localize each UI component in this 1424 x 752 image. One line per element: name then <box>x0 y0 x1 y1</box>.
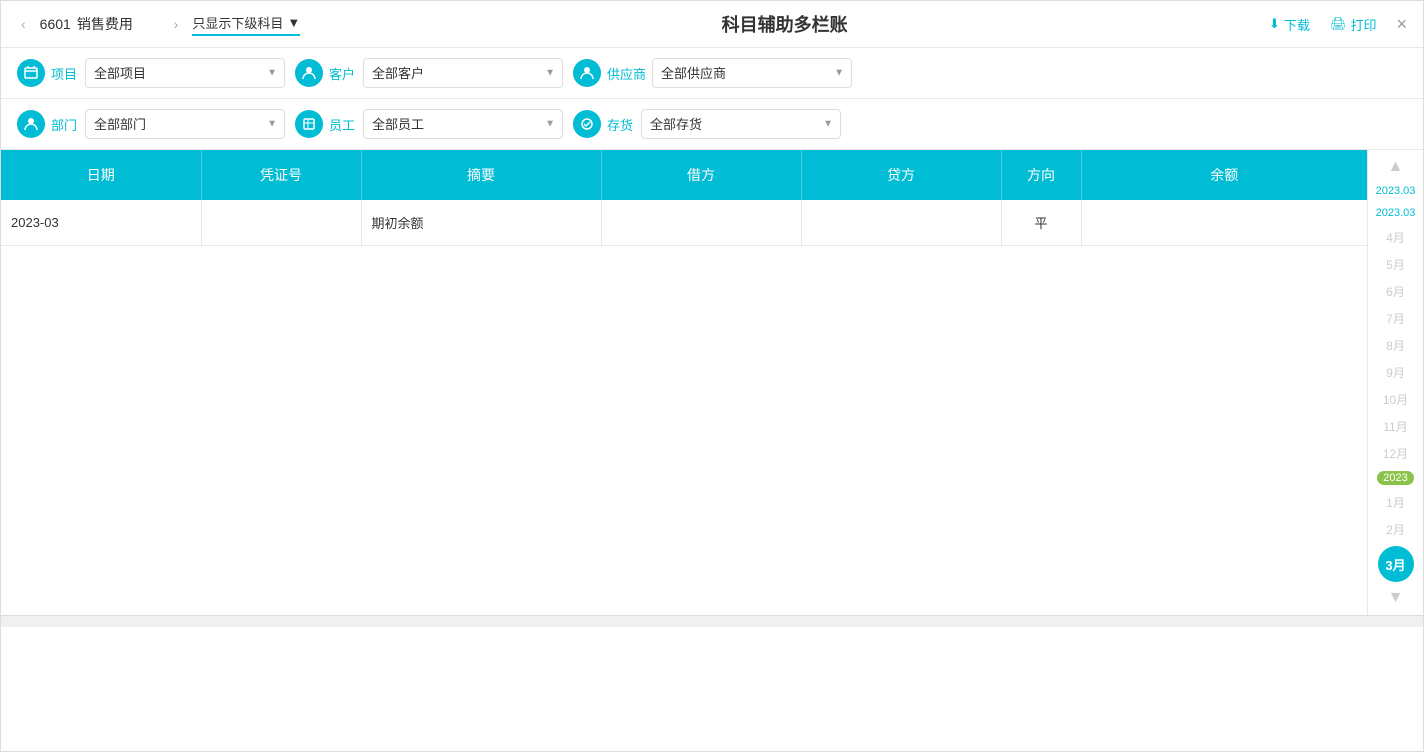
timeline-month-item[interactable]: 10月 <box>1368 386 1423 413</box>
timeline-month-item[interactable]: 1月 <box>1368 489 1423 516</box>
employee-filter-group: 员工 全部员工 <box>295 109 563 139</box>
timeline-month-item[interactable]: 7月 <box>1368 305 1423 332</box>
account-name: 销售费用 <box>77 14 133 34</box>
inventory-select[interactable]: 全部存货 <box>641 109 841 139</box>
timeline-up-arrow[interactable]: ▲ <box>1384 154 1408 180</box>
inventory-select-wrapper: 全部存货 <box>641 109 841 139</box>
col-balance: 余额 <box>1081 150 1367 200</box>
content-area: 日期 凭证号 摘要 借方 贷方 方向 余额 2023-03 期初余额 平 <box>1 150 1423 615</box>
inventory-label: 存货 <box>607 115 635 134</box>
customer-filter-group: 客户 全部客户 <box>295 58 563 88</box>
col-direction: 方向 <box>1001 150 1081 200</box>
timeline-month-item[interactable]: 5月 <box>1368 251 1423 278</box>
filter-bar: 项目 全部项目 客户 全部客户 <box>1 48 1423 99</box>
ledger-table: 日期 凭证号 摘要 借方 贷方 方向 余额 2023-03 期初余额 平 <box>1 150 1367 246</box>
top-bar: ‹ 6601 销售费用 › 只显示下级科目 ▼ 科目辅助多栏账 ⬇ 下载 🖨 打… <box>1 1 1423 48</box>
timeline-panel: ▲ 2023.032023.034月5月6月7月8月9月10月11月12月202… <box>1367 150 1423 615</box>
print-label: 打印 <box>1350 15 1376 34</box>
inventory-filter-group: 存货 全部存货 <box>573 109 841 139</box>
cell-debit <box>601 200 801 245</box>
table-row: 2023-03 期初余额 平 <box>1 200 1367 245</box>
show-sub-arrow: ▼ <box>287 15 300 30</box>
customer-select[interactable]: 全部客户 <box>363 58 563 88</box>
supplier-filter-group: 供应商 全部供应商 <box>573 58 852 88</box>
filter-bar-row2: 部门 全部部门 员工 全部员工 <box>1 99 1423 150</box>
show-sub-label: 只显示下级科目 <box>192 13 283 32</box>
customer-icon <box>295 59 323 87</box>
project-icon <box>17 59 45 87</box>
prev-arrow[interactable]: ‹ <box>17 14 30 34</box>
department-select[interactable]: 全部部门 <box>85 109 285 139</box>
timeline-month-item[interactable]: 8月 <box>1368 332 1423 359</box>
employee-select-wrapper: 全部员工 <box>363 109 563 139</box>
col-credit: 贷方 <box>801 150 1001 200</box>
print-button[interactable]: 🖨 打印 <box>1330 15 1377 34</box>
project-label: 项目 <box>51 64 79 83</box>
employee-icon <box>295 110 323 138</box>
timeline-month-item[interactable]: 4月 <box>1368 224 1423 251</box>
timeline-year-badge: 2023 <box>1377 471 1413 485</box>
project-select-wrapper: 全部项目 <box>85 58 285 88</box>
bottom-scrollbar[interactable] <box>1 615 1423 627</box>
cell-credit <box>801 200 1001 245</box>
timeline-down-arrow[interactable]: ▼ <box>1384 585 1408 611</box>
inventory-icon <box>573 110 601 138</box>
department-select-wrapper: 全部部门 <box>85 109 285 139</box>
next-arrow[interactable]: › <box>170 14 183 34</box>
customer-label: 客户 <box>329 64 357 83</box>
account-number: 6601 <box>40 16 71 32</box>
cell-summary: 期初余额 <box>361 200 601 245</box>
customer-select-wrapper: 全部客户 <box>363 58 563 88</box>
timeline-month-item[interactable]: 11月 <box>1368 413 1423 440</box>
timeline-item-active[interactable]: 3月 <box>1378 546 1414 582</box>
project-filter-group: 项目 全部项目 <box>17 58 285 88</box>
cell-date: 2023-03 <box>1 200 201 245</box>
close-button[interactable]: × <box>1396 14 1407 35</box>
col-voucher: 凭证号 <box>201 150 361 200</box>
print-icon: 🖨 <box>1330 16 1347 32</box>
cell-balance <box>1081 200 1367 245</box>
col-debit: 借方 <box>601 150 801 200</box>
department-icon <box>17 110 45 138</box>
employee-select[interactable]: 全部员工 <box>363 109 563 139</box>
project-select[interactable]: 全部项目 <box>85 58 285 88</box>
download-label: 下载 <box>1284 15 1310 34</box>
show-sub-dropdown[interactable]: 只显示下级科目 ▼ <box>192 13 300 36</box>
top-actions: ⬇ 下载 🖨 打印 <box>1269 15 1376 34</box>
col-date: 日期 <box>1 150 201 200</box>
timeline-month-item[interactable]: 12月 <box>1368 440 1423 467</box>
department-label: 部门 <box>51 115 79 134</box>
download-icon: ⬇ <box>1269 16 1280 32</box>
timeline-month-item[interactable]: 2月 <box>1368 516 1423 543</box>
account-code: 6601 销售费用 <box>40 14 160 34</box>
download-button[interactable]: ⬇ 下载 <box>1269 15 1310 34</box>
app-window: ‹ 6601 销售费用 › 只显示下级科目 ▼ 科目辅助多栏账 ⬇ 下载 🖨 打… <box>0 0 1424 752</box>
timeline-selected-range[interactable]: 2023.03 <box>1368 180 1423 202</box>
supplier-select-wrapper: 全部供应商 <box>652 58 852 88</box>
col-summary: 摘要 <box>361 150 601 200</box>
supplier-select[interactable]: 全部供应商 <box>652 58 852 88</box>
cell-direction: 平 <box>1001 200 1081 245</box>
table-header-row: 日期 凭证号 摘要 借方 贷方 方向 余额 <box>1 150 1367 200</box>
department-filter-group: 部门 全部部门 <box>17 109 285 139</box>
supplier-label: 供应商 <box>607 64 646 83</box>
timeline-selected-range[interactable]: 2023.03 <box>1368 202 1423 224</box>
timeline-month-item[interactable]: 6月 <box>1368 278 1423 305</box>
supplier-icon <box>573 59 601 87</box>
table-area: 日期 凭证号 摘要 借方 贷方 方向 余额 2023-03 期初余额 平 <box>1 150 1367 615</box>
cell-voucher <box>201 200 361 245</box>
timeline-month-item[interactable]: 9月 <box>1368 359 1423 386</box>
page-title: 科目辅助多栏账 <box>310 11 1259 37</box>
employee-label: 员工 <box>329 115 357 134</box>
